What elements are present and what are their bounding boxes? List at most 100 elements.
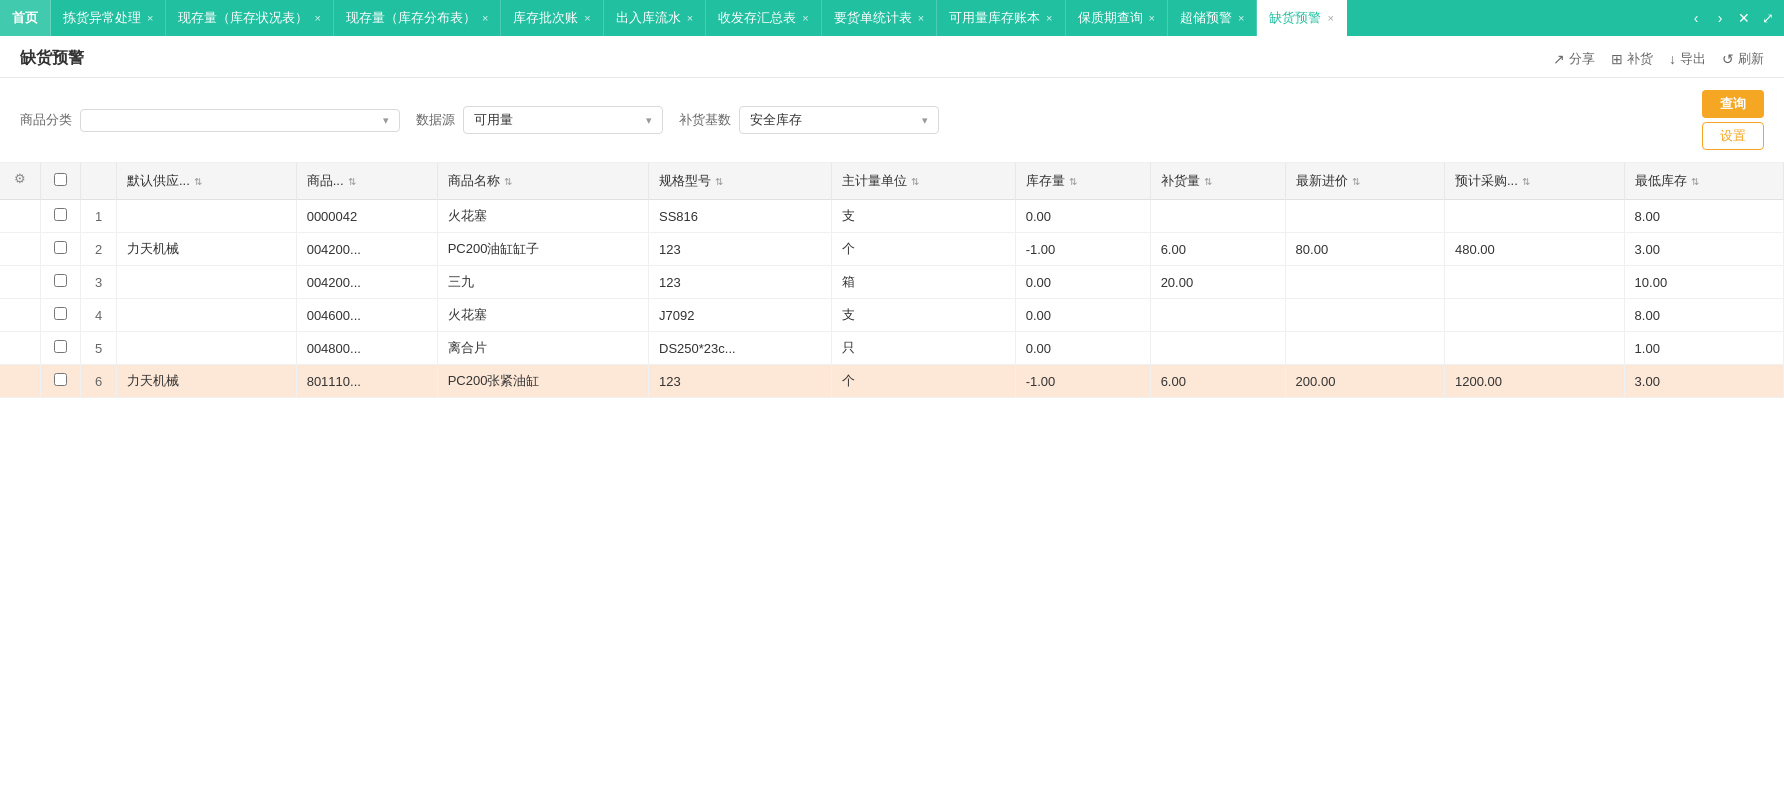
row-est-purchase — [1444, 332, 1624, 365]
tab-home-label: 首页 — [12, 9, 38, 27]
th-goods-code-label: 商品... — [307, 172, 344, 190]
row-goods-code: 004800... — [296, 332, 437, 365]
query-button[interactable]: 查询 — [1702, 90, 1764, 118]
row-checkbox-cell — [41, 365, 81, 398]
close-icon[interactable]: × — [314, 12, 320, 24]
th-est-purchase-label: 预计采购... — [1455, 172, 1518, 190]
row-checkbox[interactable] — [54, 340, 67, 353]
close-icon[interactable]: × — [802, 12, 808, 24]
tab-label: 出入库流水 — [616, 9, 681, 27]
replenish-value: 安全库存 — [750, 111, 802, 129]
th-min-stock[interactable]: 最低库存 ⇅ — [1624, 163, 1783, 200]
settings-button[interactable]: 设置 — [1702, 122, 1764, 150]
close-icon[interactable]: × — [687, 12, 693, 24]
table-row: 5 004800... 离合片 DS250*23c... 只 0.00 1.00 — [0, 332, 1784, 365]
table-row: 2 力天机械 004200... PC200油缸缸子 123 个 -1.00 6… — [0, 233, 1784, 266]
row-stock-qty: 0.00 — [1015, 332, 1150, 365]
sort-icon: ⇅ — [1204, 176, 1212, 187]
row-checkbox-cell — [41, 299, 81, 332]
row-replenish-qty — [1150, 200, 1285, 233]
replenish-button[interactable]: ⊞ 补货 — [1611, 50, 1653, 68]
tab-prev-button[interactable]: ‹ — [1684, 6, 1708, 30]
tab-shortage[interactable]: 缺货预警 × — [1257, 0, 1346, 36]
share-label: 分享 — [1569, 50, 1595, 68]
select-all-checkbox[interactable] — [54, 173, 67, 186]
tab-expiry-query[interactable]: 保质期查询 × — [1066, 0, 1168, 36]
replenish-select[interactable]: 安全库存 ▾ — [739, 106, 939, 134]
datasource-filter-group: 数据源 可用量 ▾ — [416, 106, 663, 134]
row-checkbox[interactable] — [54, 241, 67, 254]
tab-home[interactable]: 首页 — [0, 0, 51, 36]
table-row: 4 004600... 火花塞 J7092 支 0.00 8.00 — [0, 299, 1784, 332]
tab-expand-button[interactable]: ⤢ — [1756, 6, 1780, 30]
th-est-purchase[interactable]: 预计采购... ⇅ — [1444, 163, 1624, 200]
tab-inventory-dist[interactable]: 现存量（库存分布表） × — [334, 0, 501, 36]
tab-label: 超储预警 — [1180, 9, 1232, 27]
datasource-arrow-icon: ▾ — [646, 114, 652, 127]
close-icon[interactable]: × — [1046, 12, 1052, 24]
replenish-arrow-icon: ▾ — [922, 114, 928, 127]
th-latest-price[interactable]: 最新进价 ⇅ — [1285, 163, 1444, 200]
tab-receive-summary[interactable]: 收发存汇总表 × — [706, 0, 821, 36]
tab-overstock[interactable]: 超储预警 × — [1168, 0, 1257, 36]
th-settings[interactable]: ⚙ — [0, 163, 41, 200]
category-select[interactable]: ▾ — [80, 109, 400, 132]
row-est-purchase — [1444, 200, 1624, 233]
tab-batch-account[interactable]: 库存批次账 × — [501, 0, 603, 36]
th-unit[interactable]: 主计量单位 ⇅ — [831, 163, 1015, 200]
tab-available-ledger[interactable]: 可用量库存账本 × — [937, 0, 1065, 36]
tab-bar: 首页 拣货异常处理 × 现存量（库存状况表） × 现存量（库存分布表） × 库存… — [0, 0, 1784, 36]
row-checkbox[interactable] — [54, 274, 67, 287]
sort-icon: ⇅ — [715, 176, 723, 187]
row-est-purchase: 1200.00 — [1444, 365, 1624, 398]
th-goods-code[interactable]: 商品... ⇅ — [296, 163, 437, 200]
tab-inventory-status[interactable]: 现存量（库存状况表） × — [166, 0, 333, 36]
row-checkbox-cell — [41, 200, 81, 233]
row-min-stock: 8.00 — [1624, 299, 1783, 332]
filter-actions: 查询 设置 — [1702, 90, 1764, 150]
category-arrow-icon: ▾ — [383, 114, 389, 127]
gear-icon[interactable]: ⚙ — [10, 171, 30, 191]
share-button[interactable]: ↗ 分享 — [1553, 50, 1595, 68]
row-latest-price: 80.00 — [1285, 233, 1444, 266]
row-checkbox[interactable] — [54, 307, 67, 320]
close-icon[interactable]: × — [147, 12, 153, 24]
tab-in-out-flow[interactable]: 出入库流水 × — [604, 0, 706, 36]
sort-icon: ⇅ — [1522, 176, 1530, 187]
row-checkbox[interactable] — [54, 373, 67, 386]
row-goods-code: 004200... — [296, 233, 437, 266]
row-supplier — [117, 200, 297, 233]
tab-demand-stats[interactable]: 要货单统计表 × — [822, 0, 937, 36]
row-checkbox[interactable] — [54, 208, 67, 221]
tab-label: 可用量库存账本 — [949, 9, 1040, 27]
close-icon[interactable]: × — [1149, 12, 1155, 24]
refresh-button[interactable]: ↺ 刷新 — [1722, 50, 1764, 68]
export-label: 导出 — [1680, 50, 1706, 68]
th-goods-name[interactable]: 商品名称 ⇅ — [437, 163, 648, 200]
row-replenish-qty — [1150, 332, 1285, 365]
close-icon[interactable]: × — [1238, 12, 1244, 24]
close-icon[interactable]: × — [482, 12, 488, 24]
tab-label: 库存批次账 — [513, 9, 578, 27]
th-replenish-qty-label: 补货量 — [1161, 172, 1200, 190]
th-spec-label: 规格型号 — [659, 172, 711, 190]
th-supplier[interactable]: 默认供应... ⇅ — [117, 163, 297, 200]
tab-next-button[interactable]: › — [1708, 6, 1732, 30]
datasource-select[interactable]: 可用量 ▾ — [463, 106, 663, 134]
th-supplier-label: 默认供应... — [127, 172, 190, 190]
close-icon[interactable]: × — [584, 12, 590, 24]
close-icon[interactable]: × — [918, 12, 924, 24]
th-spec[interactable]: 规格型号 ⇅ — [649, 163, 832, 200]
export-button[interactable]: ↓ 导出 — [1669, 50, 1706, 68]
th-replenish-qty[interactable]: 补货量 ⇅ — [1150, 163, 1285, 200]
th-stock-qty[interactable]: 库存量 ⇅ — [1015, 163, 1150, 200]
row-min-stock: 1.00 — [1624, 332, 1783, 365]
row-goods-name: 三九 — [437, 266, 648, 299]
close-icon[interactable]: × — [1327, 12, 1333, 24]
tab-defect-process[interactable]: 拣货异常处理 × — [51, 0, 166, 36]
tab-close-button[interactable]: ✕ — [1732, 6, 1756, 30]
category-label: 商品分类 — [20, 111, 72, 129]
row-unit: 个 — [831, 233, 1015, 266]
row-supplier — [117, 299, 297, 332]
replenish-label: 补货基数 — [679, 111, 731, 129]
